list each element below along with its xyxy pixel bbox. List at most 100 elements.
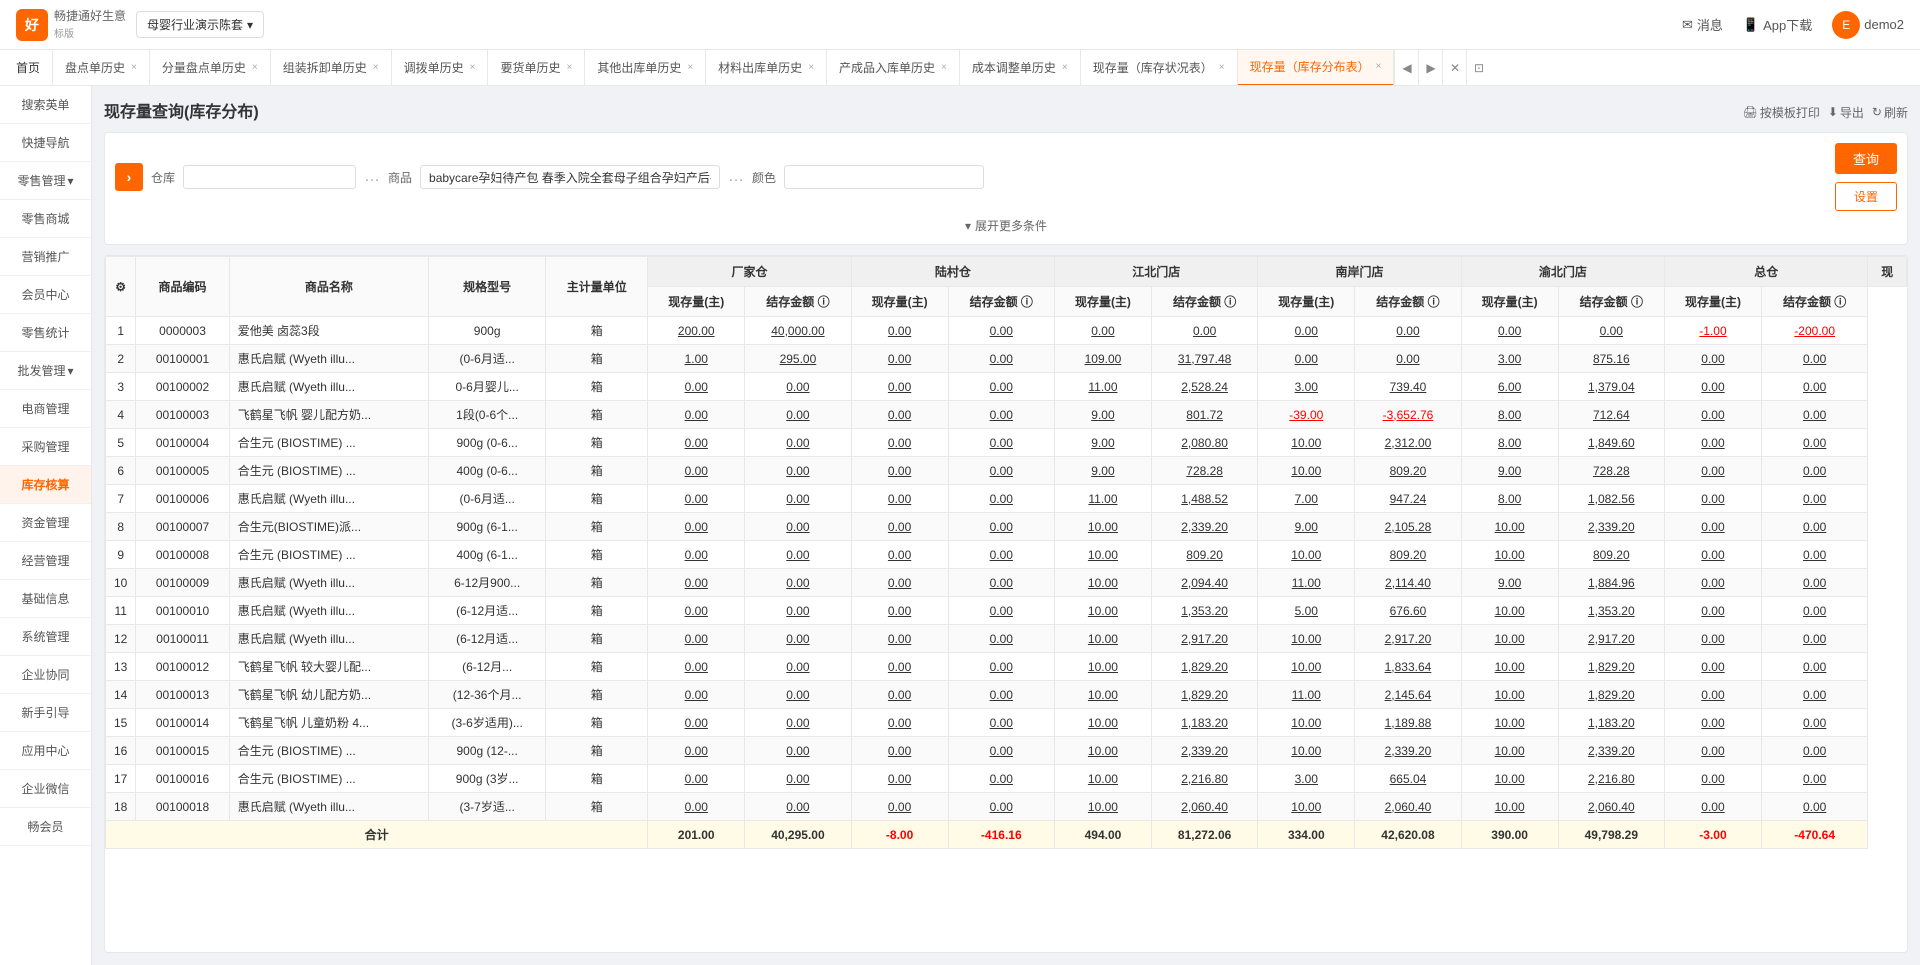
app-download-btn[interactable]: 📱 App下载 — [1743, 15, 1812, 34]
td-jbm-amt[interactable]: 1,488.52 — [1151, 485, 1258, 513]
td-nam-amt[interactable]: 1,833.64 — [1355, 653, 1462, 681]
td-nam-qty[interactable]: 0.00 — [1258, 345, 1355, 373]
sidebar-item-库存核算[interactable]: 库存核算 — [0, 466, 91, 504]
td-ybm-amt[interactable]: 2,339.20 — [1558, 737, 1665, 765]
td-ybm-qty[interactable]: 3.00 — [1461, 345, 1558, 373]
tab-prev[interactable]: ◀ — [1394, 50, 1418, 86]
td-zc-qty[interactable]: 0.00 — [1665, 373, 1762, 401]
goods-dots[interactable]: … — [728, 168, 744, 186]
td-lcc-qty[interactable]: 0.00 — [851, 513, 948, 541]
td-jbm-amt[interactable]: 31,797.48 — [1151, 345, 1258, 373]
tab-现存量（库存状况表）[interactable]: 现存量（库存状况表）× — [1081, 50, 1238, 86]
td-jbm-qty[interactable]: 0.00 — [1055, 317, 1152, 345]
td-lcc-amt[interactable]: 0.00 — [948, 513, 1055, 541]
td-cgc-qty[interactable]: 0.00 — [648, 569, 745, 597]
td-zc-amt[interactable]: 0.00 — [1761, 485, 1868, 513]
tab-组装拆卸单历史[interactable]: 组装拆卸单历史× — [271, 50, 392, 86]
td-ybm-qty[interactable]: 8.00 — [1461, 429, 1558, 457]
td-ybm-qty[interactable]: 10.00 — [1461, 653, 1558, 681]
td-zc-amt[interactable]: 0.00 — [1761, 681, 1868, 709]
sidebar-item-基础信息[interactable]: 基础信息 — [0, 580, 91, 618]
td-ybm-amt[interactable]: 1,849.60 — [1558, 429, 1665, 457]
td-nam-qty[interactable]: 7.00 — [1258, 485, 1355, 513]
td-zc-qty[interactable]: 0.00 — [1665, 429, 1762, 457]
sidebar-item-采购管理[interactable]: 采购管理 — [0, 428, 91, 466]
td-cgc-amt[interactable]: 0.00 — [745, 485, 852, 513]
td-cgc-amt[interactable]: 0.00 — [745, 429, 852, 457]
td-lcc-qty[interactable]: 0.00 — [851, 765, 948, 793]
td-lcc-amt[interactable]: 0.00 — [948, 709, 1055, 737]
td-ybm-amt[interactable]: 2,216.80 — [1558, 765, 1665, 793]
td-cgc-qty[interactable]: 0.00 — [648, 653, 745, 681]
td-jbm-qty[interactable]: 10.00 — [1055, 765, 1152, 793]
td-zc-qty[interactable]: 0.00 — [1665, 625, 1762, 653]
td-zc-amt[interactable]: 0.00 — [1761, 429, 1868, 457]
td-cgc-qty[interactable]: 0.00 — [648, 513, 745, 541]
td-nam-qty[interactable]: 10.00 — [1258, 625, 1355, 653]
td-nam-qty[interactable]: 11.00 — [1258, 681, 1355, 709]
td-nam-amt[interactable]: 676.60 — [1355, 597, 1462, 625]
td-ybm-qty[interactable]: 10.00 — [1461, 513, 1558, 541]
td-zc-amt[interactable]: 0.00 — [1761, 653, 1868, 681]
tab-closeall[interactable]: ✕ — [1442, 50, 1466, 86]
tab-产成品入库单历史[interactable]: 产成品入库单历史× — [827, 50, 960, 86]
td-jbm-qty[interactable]: 10.00 — [1055, 681, 1152, 709]
td-cgc-amt[interactable]: 0.00 — [745, 709, 852, 737]
td-jbm-amt[interactable]: 2,528.24 — [1151, 373, 1258, 401]
sidebar-item-零售统计[interactable]: 零售统计 — [0, 314, 91, 352]
td-nam-qty[interactable]: 10.00 — [1258, 793, 1355, 821]
td-ybm-amt[interactable]: 2,060.40 — [1558, 793, 1665, 821]
td-jbm-qty[interactable]: 10.00 — [1055, 709, 1152, 737]
td-nam-amt[interactable]: 809.20 — [1355, 457, 1462, 485]
td-lcc-qty[interactable]: 0.00 — [851, 625, 948, 653]
goods-input[interactable] — [420, 165, 720, 189]
td-nam-amt[interactable]: 0.00 — [1355, 345, 1462, 373]
td-nam-amt[interactable]: 665.04 — [1355, 765, 1462, 793]
td-zc-amt[interactable]: 0.00 — [1761, 373, 1868, 401]
td-zc-qty[interactable]: 0.00 — [1665, 793, 1762, 821]
tab-分量盘点单历史[interactable]: 分量盘点单历史× — [150, 50, 271, 86]
warehouse-input[interactable] — [183, 165, 356, 189]
td-jbm-amt[interactable]: 1,829.20 — [1151, 653, 1258, 681]
print-btn[interactable]: 🖨 按模板打印 — [1743, 104, 1820, 121]
td-nam-qty[interactable]: 5.00 — [1258, 597, 1355, 625]
td-ybm-amt[interactable]: 712.64 — [1558, 401, 1665, 429]
tab-close-icon[interactable]: × — [808, 62, 814, 73]
td-cgc-qty[interactable]: 0.00 — [648, 373, 745, 401]
td-zc-qty[interactable]: 0.00 — [1665, 765, 1762, 793]
td-ybm-qty[interactable]: 0.00 — [1461, 317, 1558, 345]
sidebar-item-电商管理[interactable]: 电商管理 — [0, 390, 91, 428]
td-lcc-qty[interactable]: 0.00 — [851, 737, 948, 765]
td-zc-qty[interactable]: 0.00 — [1665, 513, 1762, 541]
message-btn[interactable]: ✉ 消息 — [1682, 15, 1723, 34]
td-nam-qty[interactable]: 9.00 — [1258, 513, 1355, 541]
td-cgc-amt[interactable]: 0.00 — [745, 793, 852, 821]
td-cgc-qty[interactable]: 0.00 — [648, 765, 745, 793]
td-cgc-qty[interactable]: 0.00 — [648, 541, 745, 569]
td-lcc-amt[interactable]: 0.00 — [948, 541, 1055, 569]
td-cgc-qty[interactable]: 0.00 — [648, 485, 745, 513]
td-zc-qty[interactable]: 0.00 — [1665, 681, 1762, 709]
sidebar-item-企业微信[interactable]: 企业微信 — [0, 770, 91, 808]
td-zc-qty[interactable]: 0.00 — [1665, 737, 1762, 765]
td-ybm-amt[interactable]: 2,339.20 — [1558, 513, 1665, 541]
td-jbm-qty[interactable]: 9.00 — [1055, 457, 1152, 485]
td-ybm-qty[interactable]: 10.00 — [1461, 793, 1558, 821]
tab-close-icon[interactable]: × — [941, 62, 947, 73]
td-jbm-qty[interactable]: 9.00 — [1055, 401, 1152, 429]
sidebar-item-经营管理[interactable]: 经营管理 — [0, 542, 91, 580]
td-zc-qty[interactable]: -1.00 — [1665, 317, 1762, 345]
sidebar-item-资金管理[interactable]: 资金管理 — [0, 504, 91, 542]
td-ybm-amt[interactable]: 2,917.20 — [1558, 625, 1665, 653]
td-jbm-qty[interactable]: 10.00 — [1055, 737, 1152, 765]
sidebar-item-新手引导[interactable]: 新手引导 — [0, 694, 91, 732]
td-lcc-qty[interactable]: 0.00 — [851, 569, 948, 597]
td-ybm-qty[interactable]: 10.00 — [1461, 765, 1558, 793]
td-lcc-amt[interactable]: 0.00 — [948, 485, 1055, 513]
sidebar-item-快捷导航[interactable]: 快捷导航 — [0, 124, 91, 162]
td-lcc-qty[interactable]: 0.00 — [851, 317, 948, 345]
td-jbm-amt[interactable]: 801.72 — [1151, 401, 1258, 429]
td-lcc-qty[interactable]: 0.00 — [851, 457, 948, 485]
td-ybm-amt[interactable]: 728.28 — [1558, 457, 1665, 485]
query-button[interactable]: 查询 — [1835, 143, 1897, 174]
